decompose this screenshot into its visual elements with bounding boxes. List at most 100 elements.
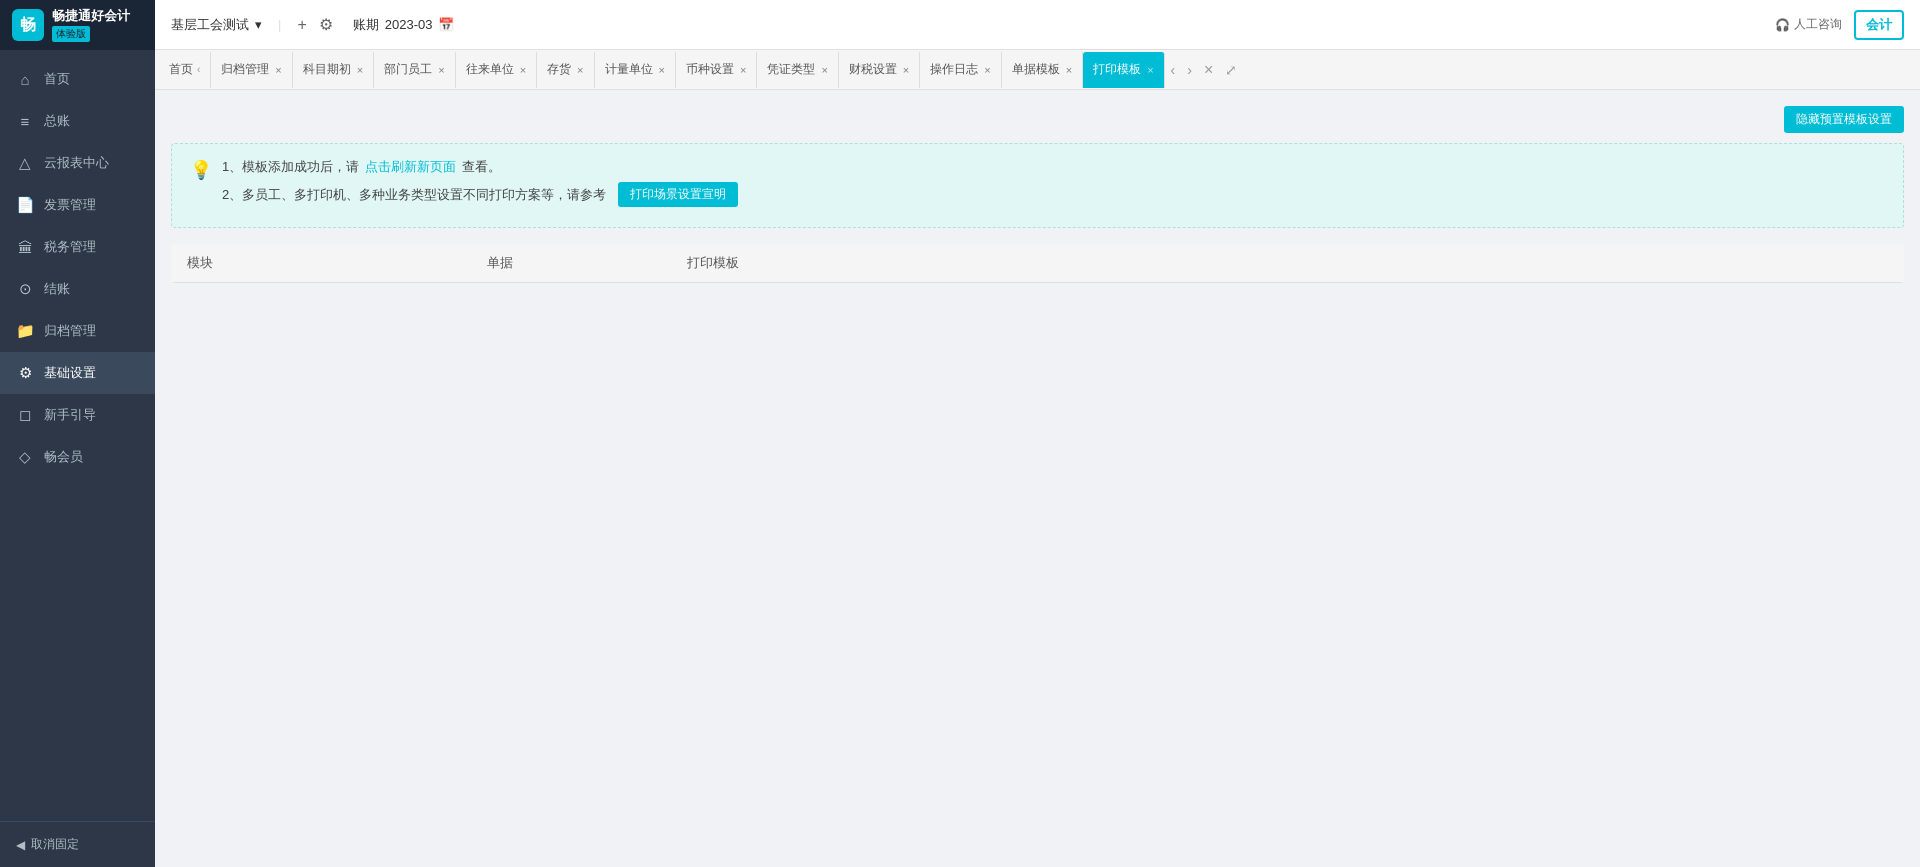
home-icon: ⌂ <box>16 71 34 88</box>
tab-inventory[interactable]: 存货 × <box>537 52 594 88</box>
info-line-2: 2、多员工、多打印机、多种业务类型设置不同打印方案等，请参考 打印场景设置宣明 <box>222 182 1885 207</box>
th-order: 单据 <box>471 254 671 272</box>
tab-prev-button[interactable]: ‹ <box>1165 62 1182 78</box>
calendar-icon[interactable]: 📅 <box>438 17 454 32</box>
tab-subject-period-label: 科目期初 <box>303 61 351 78</box>
hide-preview-container: 隐藏预置模板设置 <box>171 106 1904 133</box>
tab-home-chevron: ‹ <box>197 64 200 75</box>
tab-counterpart-close[interactable]: × <box>520 64 526 76</box>
tab-print-template[interactable]: 打印模板 × <box>1083 52 1164 88</box>
main-area: 基层工会测试 ▾ | + ⚙ 账期 2023-03 📅 🎧 人工咨询 会计 首页… <box>155 0 1920 867</box>
period-selector[interactable]: 账期 2023-03 📅 <box>353 16 455 34</box>
tab-measure-unit-label: 计量单位 <box>605 61 653 78</box>
topbar: 基层工会测试 ▾ | + ⚙ 账期 2023-03 📅 🎧 人工咨询 会计 <box>155 0 1920 50</box>
sidebar-item-home[interactable]: ⌂ 首页 <box>0 58 155 100</box>
kuaiji-button[interactable]: 会计 <box>1854 10 1904 40</box>
tab-archive-mgmt-close[interactable]: × <box>275 64 281 76</box>
sidebar: 畅 畅捷通好会计 体验版 ⌂ 首页 ≡ 总账 △ 云报表中心 📄 发票管理 🏛 … <box>0 0 155 867</box>
content-area: 隐藏预置模板设置 💡 1、模板添加成功后，请 点击刷新新页面 查看。 2、多员工… <box>155 90 1920 867</box>
sidebar-label-vip: 畅会员 <box>44 448 83 466</box>
tab-home-label: 首页 <box>169 61 193 78</box>
tab-dept-staff[interactable]: 部门员工 × <box>374 52 455 88</box>
tab-archive-mgmt[interactable]: 归档管理 × <box>211 52 292 88</box>
sidebar-label-invoice: 发票管理 <box>44 196 96 214</box>
print-template-table: 模块 单据 打印模板 <box>171 244 1904 283</box>
period-label: 账期 <box>353 16 379 34</box>
th-module: 模块 <box>171 254 471 272</box>
table-header: 模块 单据 打印模板 <box>171 244 1904 283</box>
tab-tax-settings[interactable]: 财税设置 × <box>839 52 920 88</box>
tab-op-log-close[interactable]: × <box>984 64 990 76</box>
sidebar-nav: ⌂ 首页 ≡ 总账 △ 云报表中心 📄 发票管理 🏛 税务管理 ⊙ 结账 📁 归… <box>0 50 155 821</box>
tab-currency-close[interactable]: × <box>740 64 746 76</box>
tab-currency-label: 币种设置 <box>686 61 734 78</box>
sidebar-label-settings: 基础设置 <box>44 364 96 382</box>
sidebar-label-home: 首页 <box>44 70 70 88</box>
tab-counterpart[interactable]: 往来单位 × <box>456 52 537 88</box>
sidebar-item-archive[interactable]: 📁 归档管理 <box>0 310 155 352</box>
tab-single-template-close[interactable]: × <box>1066 64 1072 76</box>
info-line1-post: 查看。 <box>462 158 501 176</box>
ledger-icon: ≡ <box>16 113 34 130</box>
tab-voucher-type-close[interactable]: × <box>821 64 827 76</box>
tab-close-all-button[interactable]: × <box>1198 61 1219 79</box>
service-icon: 🎧 <box>1775 18 1790 32</box>
service-label: 人工咨询 <box>1794 16 1842 33</box>
tab-dept-staff-label: 部门员工 <box>384 61 432 78</box>
tab-subject-period[interactable]: 科目期初 × <box>293 52 374 88</box>
sidebar-unpin[interactable]: ◀ 取消固定 <box>0 821 155 867</box>
sidebar-item-guide[interactable]: ◻ 新手引导 <box>0 394 155 436</box>
info-line-1: 1、模板添加成功后，请 点击刷新新页面 查看。 <box>222 158 1885 176</box>
tab-archive-mgmt-label: 归档管理 <box>221 61 269 78</box>
tab-next-button[interactable]: › <box>1181 62 1198 78</box>
sidebar-item-reports[interactable]: △ 云报表中心 <box>0 142 155 184</box>
sidebar-item-vip[interactable]: ◇ 畅会员 <box>0 436 155 478</box>
th-print-template: 打印模板 <box>671 254 1904 272</box>
guide-icon: ◻ <box>16 406 34 424</box>
service-button[interactable]: 🎧 人工咨询 <box>1775 16 1842 33</box>
tab-op-log-label: 操作日志 <box>930 61 978 78</box>
tab-tax-settings-close[interactable]: × <box>903 64 909 76</box>
sidebar-item-invoice[interactable]: 📄 发票管理 <box>0 184 155 226</box>
unpin-label: 取消固定 <box>31 836 79 853</box>
logo-text: 畅捷通好会计 <box>52 8 130 25</box>
company-selector[interactable]: 基层工会测试 ▾ <box>171 16 262 34</box>
tab-single-template[interactable]: 单据模板 × <box>1002 52 1083 88</box>
sidebar-item-tax[interactable]: 🏛 税务管理 <box>0 226 155 268</box>
company-dropdown-icon[interactable]: ▾ <box>255 17 262 32</box>
archive-icon: 📁 <box>16 322 34 340</box>
tab-print-template-close[interactable]: × <box>1147 64 1153 76</box>
sidebar-item-ledger[interactable]: ≡ 总账 <box>0 100 155 142</box>
topbar-divider: | <box>278 17 281 32</box>
explain-button[interactable]: 打印场景设置宣明 <box>618 182 738 207</box>
sidebar-item-settings[interactable]: ⚙ 基础设置 <box>0 352 155 394</box>
sidebar-item-close[interactable]: ⊙ 结账 <box>0 268 155 310</box>
info-link-refresh[interactable]: 点击刷新新页面 <box>365 158 456 176</box>
tab-measure-unit-close[interactable]: × <box>659 64 665 76</box>
reports-icon: △ <box>16 154 34 172</box>
sidebar-label-tax: 税务管理 <box>44 238 96 256</box>
tab-single-template-label: 单据模板 <box>1012 61 1060 78</box>
sidebar-label-guide: 新手引导 <box>44 406 96 424</box>
add-company-button[interactable]: + <box>297 16 306 34</box>
tab-inventory-close[interactable]: × <box>577 64 583 76</box>
tab-measure-unit[interactable]: 计量单位 × <box>595 52 676 88</box>
hide-preview-button[interactable]: 隐藏预置模板设置 <box>1784 106 1904 133</box>
company-settings-button[interactable]: ⚙ <box>319 15 333 34</box>
info-line2-pre: 2、多员工、多打印机、多种业务类型设置不同打印方案等，请参考 <box>222 186 606 204</box>
logo-badge: 体验版 <box>52 26 90 42</box>
sidebar-label-archive: 归档管理 <box>44 322 96 340</box>
tab-home[interactable]: 首页 ‹ <box>159 52 211 88</box>
tab-dept-staff-close[interactable]: × <box>438 64 444 76</box>
tax-icon: 🏛 <box>16 239 34 256</box>
tab-subject-period-close[interactable]: × <box>357 64 363 76</box>
tab-print-template-label: 打印模板 <box>1093 61 1141 78</box>
tab-currency[interactable]: 币种设置 × <box>676 52 757 88</box>
tab-voucher-type[interactable]: 凭证类型 × <box>757 52 838 88</box>
tab-expand-button[interactable]: ⤢ <box>1219 62 1243 78</box>
vip-icon: ◇ <box>16 448 34 466</box>
tab-op-log[interactable]: 操作日志 × <box>920 52 1001 88</box>
settings-icon: ⚙ <box>16 364 34 382</box>
sidebar-label-ledger: 总账 <box>44 112 70 130</box>
tab-inventory-label: 存货 <box>547 61 571 78</box>
